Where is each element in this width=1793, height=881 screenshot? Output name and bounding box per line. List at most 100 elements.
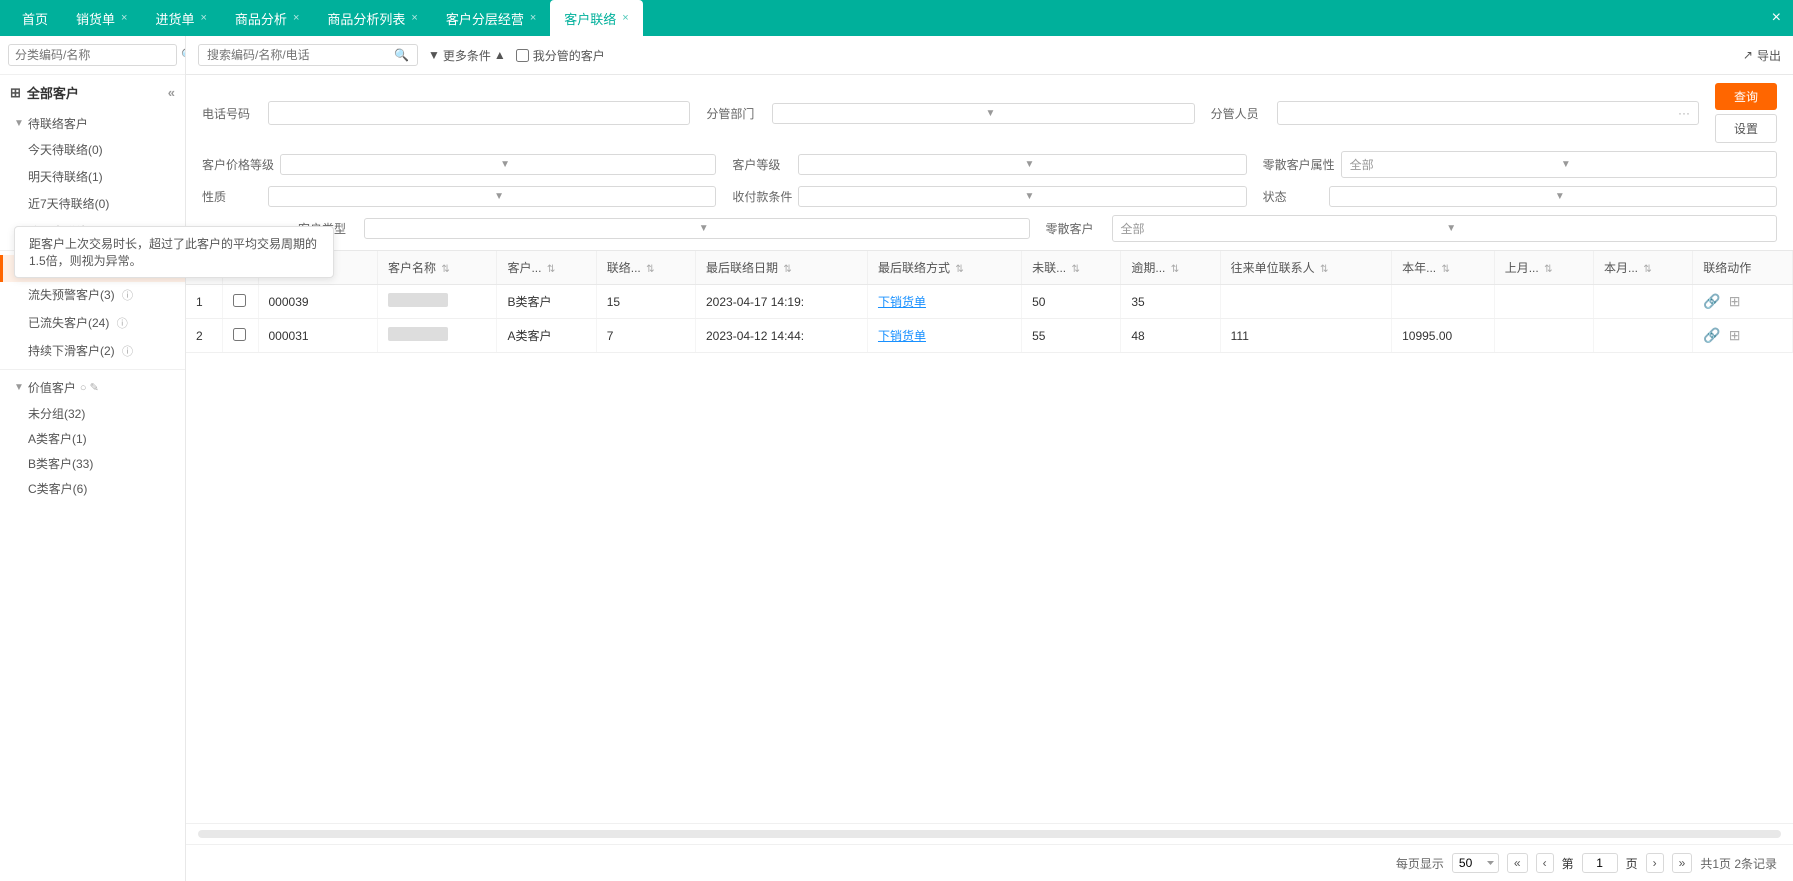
main-search-icon[interactable]: 🔍 bbox=[394, 48, 409, 62]
col-uncontacted[interactable]: 未联... ⇅ bbox=[1022, 251, 1121, 285]
close-product-analysis-icon[interactable]: × bbox=[293, 12, 299, 24]
nav-home[interactable]: 首页 bbox=[8, 0, 62, 36]
row1-link-icon[interactable]: 🔗 bbox=[1703, 293, 1720, 310]
row2-actions[interactable]: 🔗 ⊞ bbox=[1693, 319, 1793, 353]
main-search-input[interactable] bbox=[207, 48, 394, 62]
settings-button[interactable]: 设置 bbox=[1715, 114, 1777, 143]
nav-customer-contact[interactable]: 客户联络 × bbox=[550, 0, 642, 36]
grade-arrow-icon: ▼ bbox=[1025, 159, 1238, 170]
sort-date-icon: ⇅ bbox=[783, 264, 791, 275]
col-last-month[interactable]: 上月... ⇅ bbox=[1494, 251, 1593, 285]
col-contact-person[interactable]: 往来单位联系人 ⇅ bbox=[1220, 251, 1391, 285]
price-level-select[interactable]: ▼ bbox=[280, 154, 716, 175]
phone-input[interactable] bbox=[268, 101, 690, 125]
col-last-contact-method[interactable]: 最后联络方式 ⇅ bbox=[867, 251, 1021, 285]
sidebar-item-a-class[interactable]: A类客户(1) bbox=[0, 426, 185, 451]
row1-select[interactable] bbox=[233, 294, 246, 307]
row1-this-year bbox=[1392, 285, 1495, 319]
sidebar-item-b-class[interactable]: B类客户(33) bbox=[0, 451, 185, 476]
pending-contact-header[interactable]: ▼ 待联络客户 bbox=[0, 110, 185, 137]
pagination-bar: 每页显示 50 10 20 100 « ‹ 第 页 › » 共1页 2条记录 bbox=[186, 844, 1793, 881]
nature-select[interactable]: ▼ bbox=[268, 186, 716, 207]
sidebar-item-declining[interactable]: 持续下滑客户(2) ⓘ bbox=[0, 338, 185, 366]
manager-input[interactable]: ··· bbox=[1277, 101, 1699, 125]
col-customer-type[interactable]: 客户... ⇅ bbox=[497, 251, 596, 285]
customer-type-select[interactable]: ▼ bbox=[364, 218, 1030, 239]
value-customers-header[interactable]: ▼ 价值客户 ○ ✎ bbox=[0, 374, 185, 401]
retail-customer-select[interactable]: 全部 ▼ bbox=[1112, 215, 1778, 242]
sidebar-edit-icons[interactable]: ○ ✎ bbox=[80, 381, 99, 394]
close-product-list-icon[interactable]: × bbox=[411, 12, 417, 24]
first-page-btn[interactable]: « bbox=[1507, 853, 1528, 873]
payment-select[interactable]: ▼ bbox=[798, 186, 1246, 207]
sidebar-search-input[interactable] bbox=[8, 44, 177, 66]
close-segmentation-icon[interactable]: × bbox=[530, 12, 536, 24]
window-close-button[interactable]: × bbox=[1772, 9, 1781, 27]
nav-product-analysis-list[interactable]: 商品分析列表 × bbox=[313, 0, 431, 36]
status-select[interactable]: ▼ bbox=[1329, 186, 1777, 207]
row2-select[interactable] bbox=[233, 328, 246, 341]
info-icon-2: ⓘ bbox=[122, 290, 133, 302]
sidebar-item-c-class[interactable]: C类客户(6) bbox=[0, 476, 185, 501]
action-buttons: 查询 设置 bbox=[1715, 83, 1777, 143]
row2-link-icon[interactable]: 🔗 bbox=[1703, 327, 1720, 344]
horizontal-scrollbar[interactable] bbox=[198, 830, 1781, 838]
row1-actions[interactable]: 🔗 ⊞ bbox=[1693, 285, 1793, 319]
next-page-btn[interactable]: › bbox=[1646, 853, 1664, 873]
sort-overdue-icon: ⇅ bbox=[1171, 264, 1179, 275]
customer-table: ⚙ 客户编码 ⇅ 客户名称 ⇅ bbox=[186, 251, 1793, 353]
col-contact-count[interactable]: 联络... ⇅ bbox=[596, 251, 695, 285]
close-sales-order-icon[interactable]: × bbox=[121, 12, 127, 24]
page-number-input[interactable] bbox=[1582, 853, 1618, 873]
filter-icon: ▼ bbox=[428, 48, 440, 62]
grid-icon: ⊞ bbox=[10, 85, 21, 101]
row1-last-method[interactable]: 下销货单 bbox=[867, 285, 1021, 319]
sidebar-item-7days[interactable]: 近7天待联络(0) bbox=[0, 191, 185, 218]
retail-attr-arrow-icon: ▼ bbox=[1561, 159, 1768, 170]
my-customers-checkbox[interactable] bbox=[516, 49, 529, 62]
sort-year-icon: ⇅ bbox=[1441, 264, 1449, 275]
query-button[interactable]: 查询 bbox=[1715, 83, 1777, 110]
more-conditions-btn[interactable]: ▼ 更多条件 ▲ bbox=[428, 47, 506, 64]
row2-checkbox[interactable] bbox=[222, 319, 258, 353]
sidebar-item-churn-warning[interactable]: 流失预警客户(3) ⓘ bbox=[0, 282, 185, 310]
value-arrow-icon: ▼ bbox=[14, 382, 24, 393]
nav-sales-order[interactable]: 销货单 × bbox=[62, 0, 141, 36]
payment-label: 收付款条件 bbox=[732, 188, 792, 205]
sidebar-item-tomorrow[interactable]: 明天待联络(1) bbox=[0, 164, 185, 191]
sidebar-item-churned[interactable]: 已流失客户(24) ⓘ bbox=[0, 310, 185, 338]
export-button[interactable]: ↗ 导出 bbox=[1743, 47, 1781, 64]
row1-grid-icon[interactable]: ⊞ bbox=[1729, 293, 1741, 310]
all-customers-header[interactable]: ⊞ 全部客户 « bbox=[0, 75, 185, 110]
col-this-year[interactable]: 本年... ⇅ bbox=[1392, 251, 1495, 285]
manager-dots-icon: ··· bbox=[1678, 106, 1690, 120]
col-last-contact-date[interactable]: 最后联络日期 ⇅ bbox=[696, 251, 868, 285]
status-field: 状态 ▼ bbox=[1263, 186, 1777, 207]
my-customers-checkbox-wrap[interactable]: 我分管的客户 bbox=[516, 47, 605, 64]
sidebar-item-ungroup[interactable]: 未分组(32) bbox=[0, 401, 185, 426]
nav-purchase-order[interactable]: 进货单 × bbox=[141, 0, 220, 36]
retail-attr-select[interactable]: 全部 ▼ bbox=[1341, 151, 1777, 178]
main-layout: 🔍 ⊞ 全部客户 « ▼ 待联络客户 今天待联络(0) 明天待联络(1) 近7天… bbox=[0, 36, 1793, 881]
row2-last-method[interactable]: 下销货单 bbox=[867, 319, 1021, 353]
row2-uncontacted: 55 bbox=[1022, 319, 1121, 353]
row1-checkbox[interactable] bbox=[222, 285, 258, 319]
row2-last-date: 2023-04-12 14:44: bbox=[696, 319, 868, 353]
nav-customer-segmentation[interactable]: 客户分层经营 × bbox=[432, 0, 550, 36]
row2-grid-icon[interactable]: ⊞ bbox=[1729, 327, 1741, 344]
prev-page-btn[interactable]: ‹ bbox=[1536, 853, 1554, 873]
nav-product-analysis[interactable]: 商品分析 × bbox=[221, 0, 313, 36]
last-page-btn[interactable]: » bbox=[1672, 853, 1693, 873]
close-purchase-order-icon[interactable]: × bbox=[200, 12, 206, 24]
close-contact-icon[interactable]: × bbox=[622, 12, 628, 24]
sidebar-item-today[interactable]: 今天待联络(0) bbox=[0, 137, 185, 164]
col-name[interactable]: 客户名称 ⇅ bbox=[377, 251, 496, 285]
col-this-month[interactable]: 本月... ⇅ bbox=[1593, 251, 1692, 285]
customer-grade-select[interactable]: ▼ bbox=[798, 154, 1246, 175]
retail-customer-field: 零散客户 全部 ▼ bbox=[1046, 215, 1778, 242]
sidebar: 🔍 ⊞ 全部客户 « ▼ 待联络客户 今天待联络(0) 明天待联络(1) 近7天… bbox=[0, 36, 186, 881]
per-page-select[interactable]: 50 10 20 100 bbox=[1452, 853, 1499, 873]
dept-select[interactable]: ▼ bbox=[772, 103, 1194, 124]
row1-contact-count: 15 bbox=[596, 285, 695, 319]
col-overdue[interactable]: 逾期... ⇅ bbox=[1121, 251, 1220, 285]
